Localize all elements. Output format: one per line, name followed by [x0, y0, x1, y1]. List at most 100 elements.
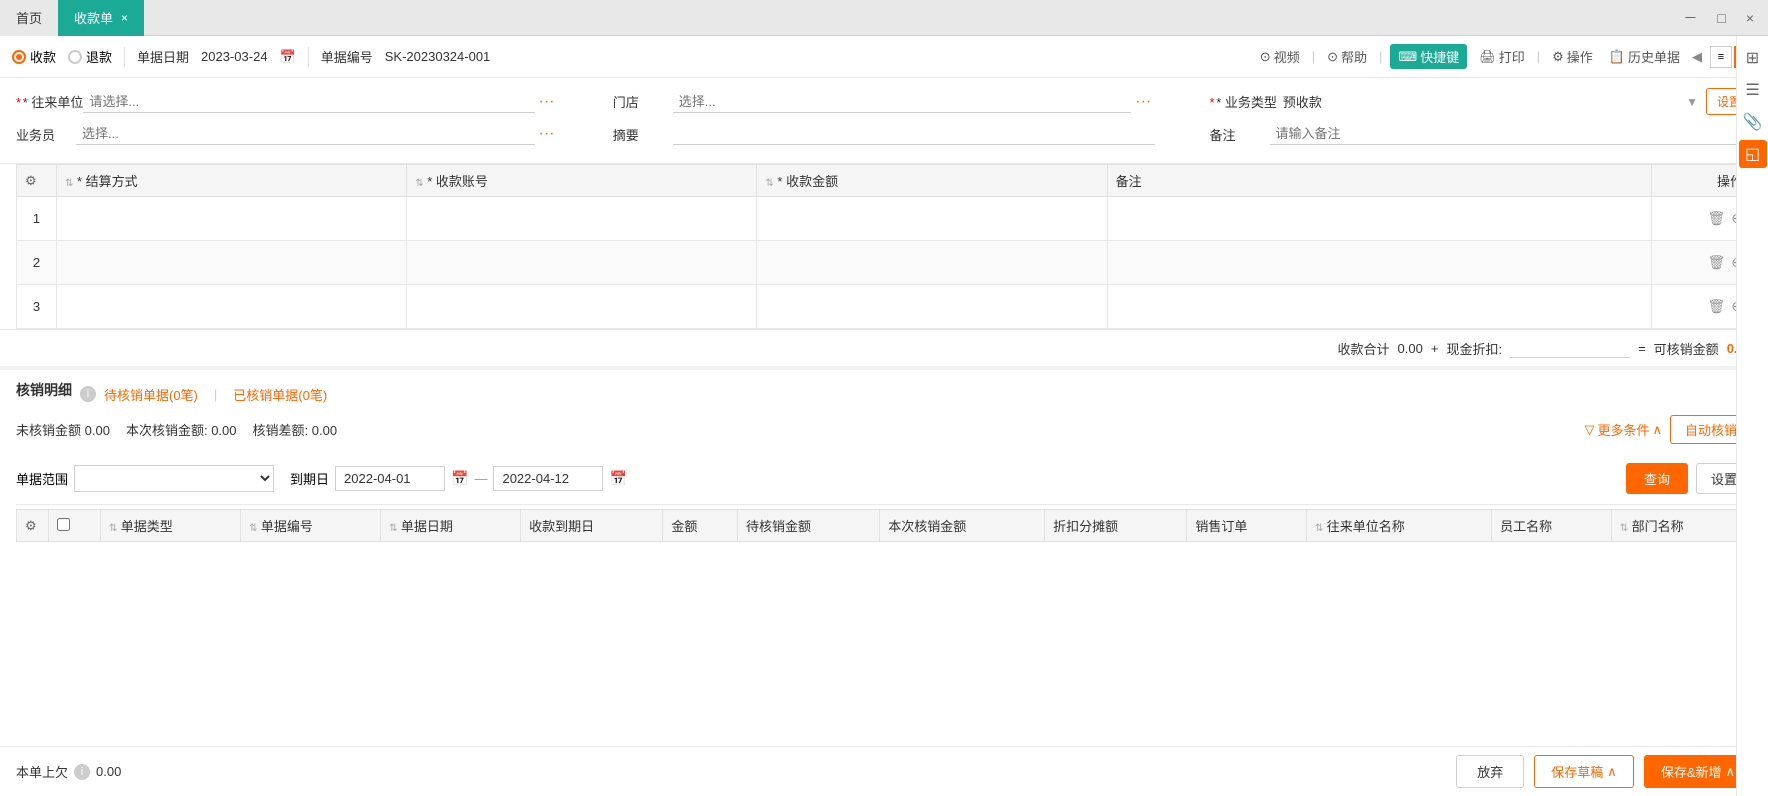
row3-delete-icon[interactable]: 🗑: [1707, 298, 1725, 315]
sidebar-icon-2[interactable]: ☰: [1739, 76, 1767, 104]
partner-more-btn[interactable]: ···: [535, 93, 559, 111]
row2-account[interactable]: [407, 241, 757, 285]
print-label: 打印: [1499, 47, 1525, 66]
tab-receipts[interactable]: 收款单 ×: [58, 0, 144, 36]
tab-home[interactable]: 首页: [0, 0, 58, 36]
save-new-label: 保存&新增: [1661, 762, 1722, 781]
row3-settle[interactable]: [57, 285, 407, 329]
history-btn[interactable]: 📋 历史单据: [1605, 45, 1684, 68]
store-more-btn[interactable]: ···: [1131, 93, 1155, 111]
this-doc-info-icon[interactable]: i: [74, 764, 90, 780]
help-label: 帮助: [1341, 47, 1367, 66]
pending-tab-link[interactable]: 待核销单据(0笔): [104, 385, 198, 404]
more-conditions-label: 更多条件: [1597, 420, 1649, 439]
history-label: 历史单据: [1628, 47, 1680, 66]
reconcile-toolbar: ▽ 更多条件 ∧ 自动核销: [1584, 415, 1752, 444]
range-label: 单据范围: [16, 469, 68, 488]
form-type-group: 收款 退款: [12, 47, 112, 66]
unchecked-stat: 未核销金额 0.00: [16, 420, 110, 439]
equals-sign: =: [1638, 341, 1646, 356]
row3-note[interactable]: [1107, 285, 1651, 329]
row1-delete-icon[interactable]: 🗑: [1707, 210, 1725, 227]
operation-btn[interactable]: ⚙ 操作: [1548, 45, 1597, 68]
select-all-checkbox[interactable]: [57, 518, 70, 531]
store-input[interactable]: [673, 91, 1132, 113]
shortcut-btn[interactable]: ⌨ 快捷键: [1390, 44, 1467, 69]
row1-amount[interactable]: [757, 197, 1107, 241]
list-view-icon[interactable]: ≡: [1710, 46, 1732, 68]
biz-type-dropdown[interactable]: ▼: [1686, 95, 1698, 109]
window-controls: － □ ×: [1677, 6, 1768, 30]
date-from-input[interactable]: [335, 466, 445, 491]
total-value: 0.00: [1398, 341, 1423, 356]
due-date-label: 到期日: [290, 469, 329, 488]
save-draft-btn[interactable]: 保存草稿 ∧: [1534, 755, 1634, 788]
receipt-radio[interactable]: 收款: [12, 47, 56, 66]
tab-close-icon[interactable]: ×: [121, 11, 128, 25]
partner-input[interactable]: [83, 91, 534, 113]
more-conditions-btn[interactable]: ▽ 更多条件 ∧: [1584, 420, 1662, 439]
row1-account[interactable]: [407, 197, 757, 241]
staff-more-btn[interactable]: ···: [535, 125, 559, 143]
query-btn[interactable]: 查询: [1626, 463, 1688, 494]
row1-note-input[interactable]: [1116, 211, 1643, 226]
date-to-calendar-icon[interactable]: 📅: [609, 470, 626, 487]
chevron-up-icon: ∧: [1652, 422, 1662, 438]
partner-name-header: ⇅ 往来单位名称: [1307, 510, 1492, 542]
biz-type-label: * * 业务类型: [1210, 92, 1277, 111]
discard-btn[interactable]: 放弃: [1456, 755, 1524, 788]
checkbox-col-header: ⚙: [17, 510, 49, 542]
reconcile-info-icon[interactable]: i: [80, 386, 96, 402]
diff-label: 核销差额:: [253, 423, 309, 438]
video-btn[interactable]: ⊙ 视频: [1256, 45, 1304, 68]
row2-settle[interactable]: [57, 241, 407, 285]
discount-label: 现金折扣:: [1446, 339, 1502, 358]
refund-radio[interactable]: 退款: [68, 47, 112, 66]
row1-account-input[interactable]: [415, 211, 748, 226]
sidebar-icon-1[interactable]: ⊞: [1739, 44, 1767, 72]
row1-note[interactable]: [1107, 197, 1651, 241]
staff-field: 业务员 ···: [16, 123, 559, 145]
row2-amount[interactable]: [757, 241, 1107, 285]
type-header: ⇅ 单据类型: [101, 510, 241, 542]
row2-delete-icon[interactable]: 🗑: [1707, 254, 1725, 271]
table-row: 3 🗑 ⊕: [17, 285, 1752, 329]
settle-method-label: * 结算方式: [77, 174, 138, 189]
close-btn[interactable]: ×: [1740, 8, 1760, 28]
row1-settle-input[interactable]: [65, 211, 398, 226]
prev-arrow[interactable]: ◀: [1692, 49, 1702, 65]
date-value: 2023-03-24: [201, 49, 268, 64]
print-btn[interactable]: 🖨 打印: [1475, 45, 1529, 68]
range-select[interactable]: [74, 465, 274, 492]
row1-settle[interactable]: [57, 197, 407, 241]
discount-input[interactable]: [1510, 338, 1630, 358]
table-settings-icon[interactable]: ⚙: [25, 173, 37, 188]
date-to-input[interactable]: [493, 466, 603, 491]
save-draft-label: 保存草稿: [1551, 762, 1603, 781]
summary-input[interactable]: [673, 123, 1156, 145]
number-header: ⇅ 单据编号: [241, 510, 381, 542]
help-btn[interactable]: ⊙ 帮助: [1323, 45, 1371, 68]
staff-name-header: 员工名称: [1492, 510, 1612, 542]
minimize-btn[interactable]: －: [1677, 6, 1703, 30]
row2-note[interactable]: [1107, 241, 1651, 285]
row3-amount[interactable]: [757, 285, 1107, 329]
sidebar-icon-3[interactable]: 📎: [1739, 108, 1767, 136]
calendar-icon[interactable]: 📅: [280, 49, 296, 65]
note-input[interactable]: [1270, 123, 1753, 145]
filter-row: 单据范围 到期日 📅 — 📅 查询 设置: [16, 453, 1752, 505]
footer-right: 放弃 保存草稿 ∧ 保存&新增 ∧: [1456, 755, 1752, 788]
staff-input[interactable]: [76, 123, 535, 145]
date-from-calendar-icon[interactable]: 📅: [451, 470, 468, 487]
summary-row: 收款合计 0.00 + 现金折扣: = 可核销金额 0.00: [0, 329, 1768, 366]
row1-amount-input[interactable]: [765, 211, 1098, 226]
bottom-table-wrapper: ⚙ ⇅ 单据类型 ⇅ 单据编号: [16, 507, 1752, 542]
maximize-btn[interactable]: □: [1711, 8, 1731, 28]
reconcile-section: 核销明细 i 待核销单据(0笔) | 已核销单据(0笔) 未核销金额 0.00 …: [0, 366, 1768, 542]
bottom-settings-icon[interactable]: ⚙: [25, 518, 37, 533]
row3-account[interactable]: [407, 285, 757, 329]
partner-label: * * 往来单位: [16, 92, 83, 111]
note-label: 备注: [1210, 125, 1270, 144]
done-tab-link[interactable]: 已核销单据(0笔): [233, 385, 327, 404]
sidebar-icon-4[interactable]: ◱: [1739, 140, 1767, 168]
